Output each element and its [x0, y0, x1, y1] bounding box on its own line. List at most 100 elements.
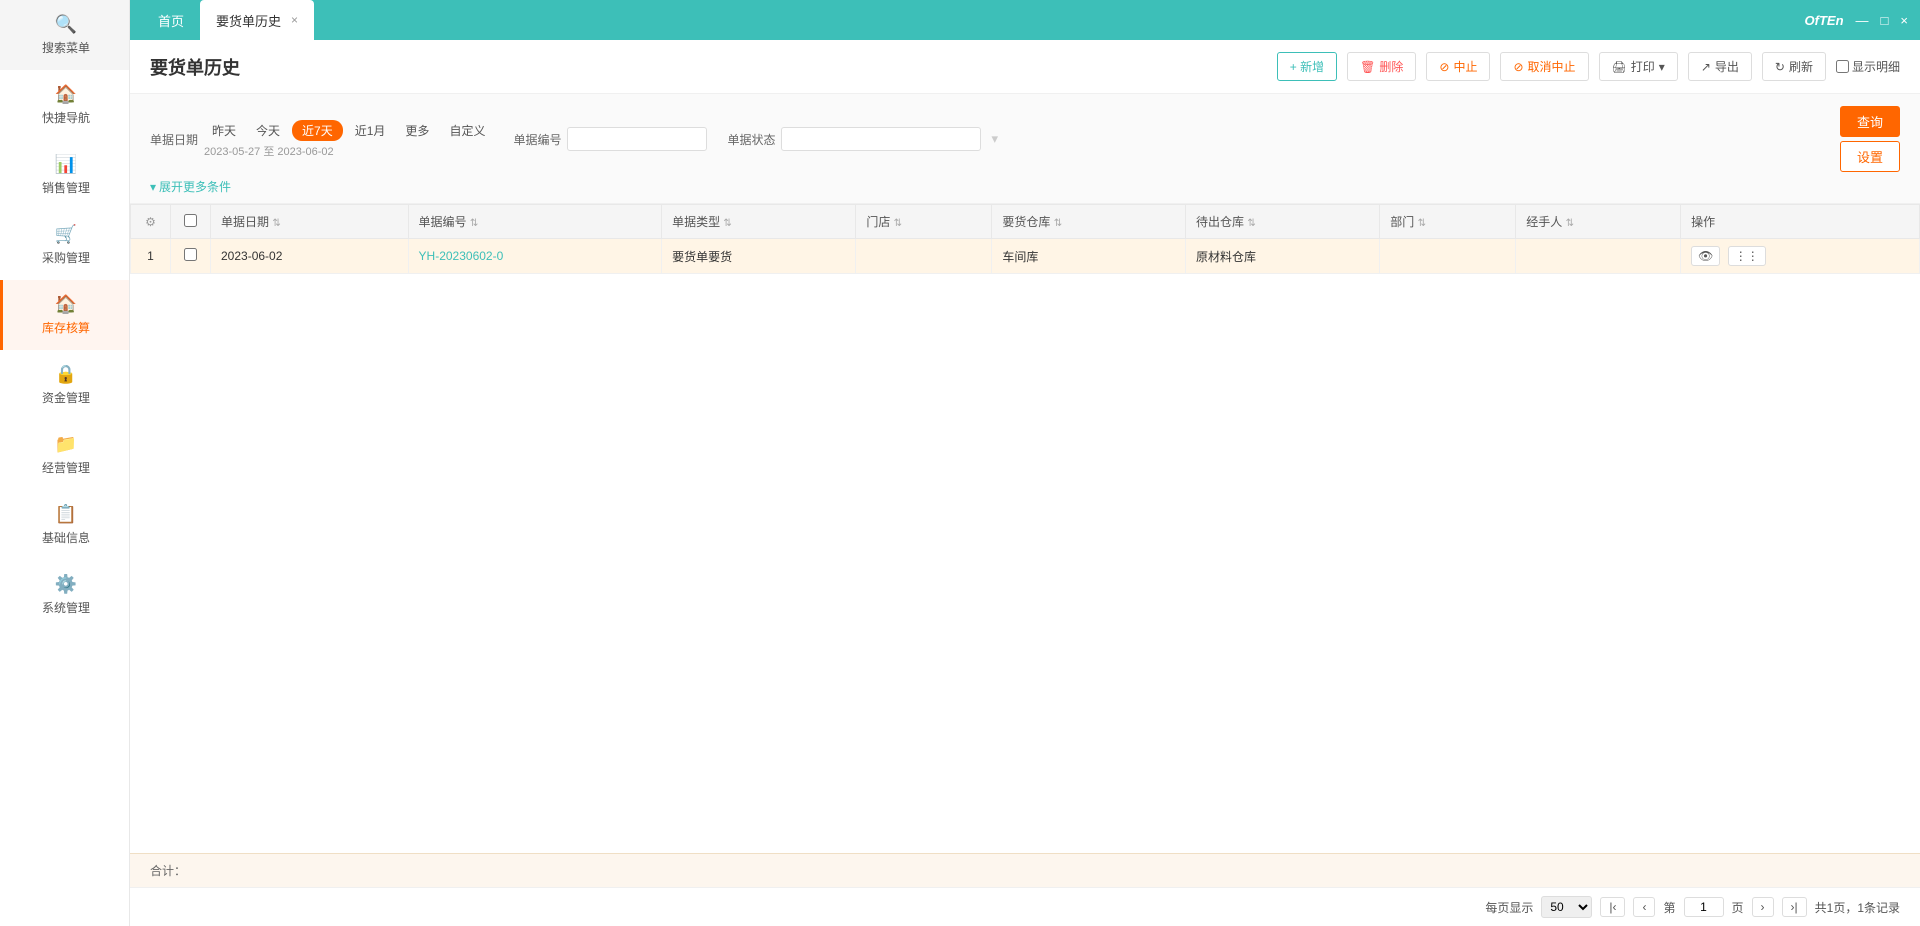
sidebar-item-system[interactable]: ⚙️ 系统管理	[0, 560, 129, 630]
tab-home[interactable]: 首页	[142, 0, 200, 40]
row-more-btn[interactable]: ⋮⋮	[1728, 246, 1766, 266]
print-button[interactable]: 🖨 打印 ▾	[1599, 52, 1678, 81]
row-view-btn[interactable]: 👁	[1691, 246, 1720, 266]
doc-no-input[interactable]	[567, 127, 707, 151]
home-icon: 🏠	[55, 84, 77, 105]
gear-icon: ⚙️	[55, 574, 77, 595]
settings-button[interactable]: 设置	[1840, 141, 1900, 172]
topbar: 首页 要货单历史 × OfTEn — □ ×	[130, 0, 1920, 40]
sidebar-item-purchase[interactable]: 🛒 采购管理	[0, 210, 129, 280]
total-info: 共1页，1条记录	[1815, 899, 1900, 916]
folder-icon: 📁	[55, 434, 77, 455]
col-dept-sort-icon[interactable]: ⇅	[1418, 218, 1426, 229]
cell-doc-type: 要货单要货	[662, 239, 856, 274]
col-checkbox	[171, 205, 211, 239]
status-label: 单据状态	[727, 131, 775, 148]
window-maximize-btn[interactable]: □	[1881, 13, 1889, 28]
export-label: 导出	[1715, 58, 1739, 75]
display-detail-checkbox[interactable]	[1836, 60, 1849, 73]
tab-close-icon[interactable]: ×	[291, 13, 298, 27]
tab-active-label: 要货单历史	[216, 11, 281, 30]
doc-icon: 📋	[55, 504, 77, 525]
col-date-sort-icon[interactable]: ⇅	[272, 218, 280, 229]
col-dept-label: 部门	[1390, 215, 1414, 229]
tab-home-label: 首页	[158, 11, 184, 30]
col-pending-warehouse-sort-icon[interactable]: ⇅	[1247, 218, 1255, 229]
col-action-label: 操作	[1691, 215, 1715, 229]
date-btn-today[interactable]: 今天	[248, 120, 288, 141]
col-req-warehouse-sort-icon[interactable]: ⇅	[1054, 218, 1062, 229]
date-buttons: 昨天 今天 近7天 近1月 更多 自定义 2023-05-27 至 2023-0…	[204, 120, 493, 159]
expand-label: 展开更多条件	[159, 178, 231, 195]
page-label: 第	[1663, 899, 1675, 916]
status-input[interactable]	[781, 127, 981, 151]
col-store-label: 门店	[866, 215, 890, 229]
col-handler-sort-icon[interactable]: ⇅	[1566, 218, 1574, 229]
cell-index: 1	[131, 239, 171, 274]
row-checkbox[interactable]	[184, 248, 197, 261]
per-page-select[interactable]: 50 20 100	[1541, 896, 1592, 918]
cancel-stop-button[interactable]: ⊘ 取消中止	[1500, 52, 1588, 81]
last-page-btn[interactable]: ›|	[1782, 897, 1807, 917]
date-btn-7days[interactable]: 近7天	[292, 120, 343, 141]
col-store-sort-icon[interactable]: ⇅	[894, 218, 902, 229]
table-settings-icon[interactable]: ⚙	[145, 215, 156, 229]
sidebar-item-finance[interactable]: 🔒 资金管理	[0, 350, 129, 420]
sidebar-item-label: 基础信息	[42, 529, 90, 546]
next-page-btn[interactable]: ›	[1752, 897, 1774, 917]
display-detail-toggle[interactable]: 显示明细	[1836, 58, 1900, 75]
page-number-input[interactable]	[1684, 897, 1724, 917]
tab-requisition-history[interactable]: 要货单历史 ×	[200, 0, 314, 40]
col-req-warehouse: 要货仓库 ⇅	[992, 205, 1186, 239]
filter-actions: 查询 设置	[1840, 106, 1900, 172]
sidebar-item-inventory[interactable]: 🏠 库存核算	[0, 280, 129, 350]
pagination: 每页显示 50 20 100 |‹ ‹ 第 页 › ›| 共1页，1条记录	[130, 887, 1920, 926]
sidebar-item-search[interactable]: 🔍 搜索菜单	[0, 0, 129, 70]
expand-row: ▾ 展开更多条件	[150, 178, 1900, 195]
doc-no-link[interactable]: YH-20230602-0	[419, 249, 504, 263]
date-btn-1month[interactable]: 近1月	[347, 120, 394, 141]
col-handler-label: 经手人	[1526, 215, 1562, 229]
export-button[interactable]: ↗ 导出	[1688, 52, 1752, 81]
col-settings: ⚙	[131, 205, 171, 239]
doc-no-filter: 单据编号	[513, 127, 707, 151]
window-minimize-btn[interactable]: —	[1856, 13, 1869, 28]
prev-page-btn[interactable]: ‹	[1633, 897, 1655, 917]
expand-icon: ▾	[150, 180, 156, 194]
sidebar-item-operation[interactable]: 📁 经营管理	[0, 420, 129, 490]
date-btn-yesterday[interactable]: 昨天	[204, 120, 244, 141]
col-dept: 部门 ⇅	[1380, 205, 1516, 239]
refresh-button[interactable]: ↻ 刷新	[1762, 52, 1826, 81]
cell-checkbox	[171, 239, 211, 274]
sidebar: 🔍 搜索菜单 🏠 快捷导航 📊 销售管理 🛒 采购管理 🏠 库存核算 🔒 资金管…	[0, 0, 130, 926]
search-icon: 🔍	[55, 14, 77, 35]
stop-button[interactable]: ⊘ 中止	[1426, 52, 1490, 81]
sidebar-item-basic[interactable]: 📋 基础信息	[0, 490, 129, 560]
filter-row: 单据日期 昨天 今天 近7天 近1月 更多 自定义 2023-05-27 至 2…	[150, 106, 1900, 172]
col-doc-no-sort-icon[interactable]: ⇅	[470, 218, 478, 229]
display-detail-label: 显示明细	[1852, 58, 1900, 75]
cell-req-warehouse: 车间库	[992, 239, 1186, 274]
query-button[interactable]: 查询	[1840, 106, 1900, 137]
print-dropdown-icon: ▾	[1659, 60, 1665, 74]
cart-icon: 🛒	[55, 224, 77, 245]
brand-label: OfTEn	[1805, 13, 1844, 28]
sidebar-item-quick-nav[interactable]: 🏠 快捷导航	[0, 70, 129, 140]
expand-conditions-btn[interactable]: ▾ 展开更多条件	[150, 178, 1900, 195]
add-button[interactable]: + 新增	[1277, 52, 1337, 81]
col-store: 门店 ⇅	[856, 205, 992, 239]
date-btn-more[interactable]: 更多	[397, 120, 437, 141]
sidebar-item-label: 库存核算	[42, 319, 90, 336]
col-date: 单据日期 ⇅	[211, 205, 409, 239]
sidebar-item-label: 经营管理	[42, 459, 90, 476]
sidebar-item-sales[interactable]: 📊 销售管理	[0, 140, 129, 210]
refresh-icon: ↻	[1775, 60, 1785, 74]
select-all-checkbox[interactable]	[184, 214, 197, 227]
first-page-btn[interactable]: |‹	[1600, 897, 1625, 917]
col-doc-type-sort-icon[interactable]: ⇅	[723, 218, 731, 229]
window-close-btn[interactable]: ×	[1900, 13, 1908, 28]
col-pending-warehouse-label: 待出仓库	[1196, 215, 1244, 229]
delete-button[interactable]: 🗑 删除	[1347, 52, 1416, 81]
status-dropdown-icon: ▾	[991, 131, 998, 147]
date-btn-custom[interactable]: 自定义	[441, 120, 493, 141]
